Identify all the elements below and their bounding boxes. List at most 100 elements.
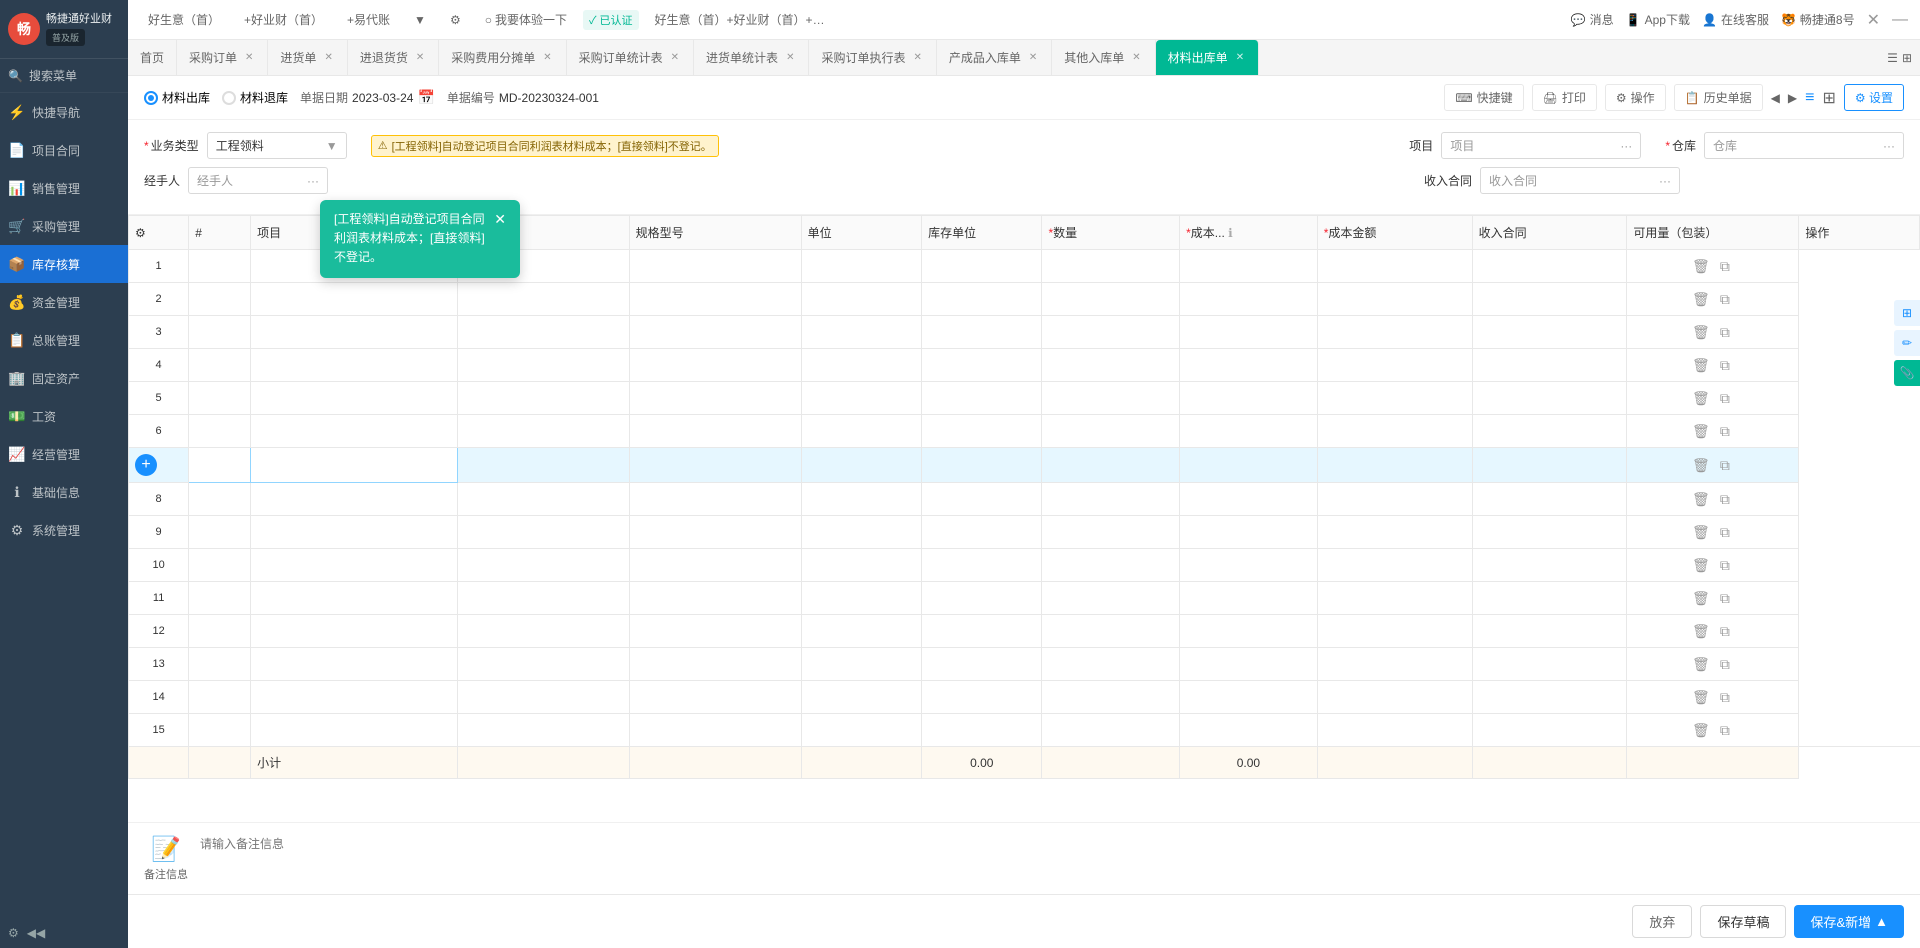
row-2-qty[interactable] <box>922 283 1042 316</box>
project-input[interactable]: 项目 ··· <box>1441 132 1641 159</box>
row-3-project[interactable] <box>189 316 251 349</box>
save-draft-button[interactable]: 保存草稿 <box>1700 905 1786 938</box>
row-14-delete-btn[interactable]: 🗑 <box>1691 687 1711 707</box>
row-1-copy-btn[interactable]: ⧉ <box>1715 256 1735 276</box>
row-1-unit[interactable] <box>629 250 801 283</box>
sidebar-item-operations[interactable]: 📈 经营管理 <box>0 435 128 473</box>
row-14-copy-btn[interactable]: ⧉ <box>1715 687 1735 707</box>
prev-record-icon[interactable]: ◀ <box>1771 91 1780 105</box>
row-15-delete-btn[interactable]: 🗑 <box>1691 720 1711 740</box>
row-2-spec[interactable] <box>457 283 629 316</box>
row-2-income[interactable] <box>1317 283 1472 316</box>
tab-home[interactable]: 首页 <box>128 40 177 76</box>
row-2-cost[interactable] <box>1042 283 1180 316</box>
new-row-col1[interactable] <box>189 448 251 483</box>
sidebar-item-project-contract[interactable]: 📄 项目合同 <box>0 131 128 169</box>
warehouse-input[interactable]: 仓库 ··· <box>1704 132 1904 159</box>
row-8-delete-btn[interactable]: 🗑 <box>1691 489 1711 509</box>
sidebar-item-quick-nav[interactable]: ⚡ 快捷导航 <box>0 93 128 131</box>
online-service-action[interactable]: 👤 在线客服 <box>1702 11 1769 28</box>
row-2-cost-amount[interactable] <box>1180 283 1318 316</box>
print-btn[interactable]: 🖨 打印 <box>1532 84 1597 111</box>
row-1-available[interactable] <box>1472 250 1627 283</box>
tab-purchase-return[interactable]: 进退货货 ✕ <box>348 40 439 76</box>
sidebar-item-basic-info[interactable]: ℹ 基础信息 <box>0 473 128 511</box>
tab-receipt-stats[interactable]: 进货单统计表 ✕ <box>694 40 809 76</box>
calendar-icon[interactable]: 📅 <box>417 89 434 106</box>
right-icon-2[interactable]: ✏ <box>1894 330 1920 356</box>
tab-close-material-outbound[interactable]: ✕ <box>1234 50 1246 65</box>
tab-close-purchase-return[interactable]: ✕ <box>414 50 426 65</box>
row-4-delete-btn[interactable]: 🗑 <box>1691 355 1711 375</box>
new-row-col2[interactable] <box>251 448 457 483</box>
row-2-unit[interactable] <box>629 283 801 316</box>
discard-button[interactable]: 放弃 <box>1632 905 1692 938</box>
row-6-copy-btn[interactable]: ⧉ <box>1715 421 1735 441</box>
row-6-delete-btn[interactable]: 🗑 <box>1691 421 1711 441</box>
list-view-icon[interactable]: ≡ <box>1805 89 1814 107</box>
sidebar-item-purchase[interactable]: 🛒 采购管理 <box>0 207 128 245</box>
tab-other-inbound[interactable]: 其他入库单 ✕ <box>1052 40 1155 76</box>
sidebar-item-system[interactable]: ⚙ 系统管理 <box>0 511 128 549</box>
top-nav-dropdown[interactable]: ▼ <box>406 9 434 31</box>
tab-close-finished-goods[interactable]: ✕ <box>1027 50 1039 65</box>
top-nav-haoshengyi[interactable]: 好生意（首） <box>140 7 228 32</box>
row-13-delete-btn[interactable]: 🗑 <box>1691 654 1711 674</box>
row-2-stock-unit[interactable] <box>801 283 921 316</box>
tab-close-purchase-order[interactable]: ✕ <box>243 50 255 65</box>
tab-list-icon[interactable]: ☰ <box>1887 51 1898 65</box>
sidebar-item-general-ledger[interactable]: 📋 总账管理 <box>0 321 128 359</box>
row-2-delete-btn[interactable]: 🗑 <box>1691 289 1711 309</box>
page-settings-btn[interactable]: ⚙ 设置 <box>1844 84 1904 111</box>
row-1-cost-amount[interactable] <box>1180 250 1318 283</box>
row-9-delete-btn[interactable]: 🗑 <box>1691 522 1711 542</box>
new-row-copy-btn[interactable]: ⧉ <box>1715 455 1735 475</box>
row-1-income[interactable] <box>1317 250 1472 283</box>
top-nav-trial[interactable]: ○ 我要体验一下 <box>477 7 575 32</box>
row-1-qty[interactable] <box>922 250 1042 283</box>
row-8-copy-btn[interactable]: ⧉ <box>1715 489 1735 509</box>
right-icon-3[interactable]: 📎 <box>1894 360 1920 386</box>
tab-finished-goods[interactable]: 产成品入库单 ✕ <box>937 40 1052 76</box>
gear-icon[interactable]: ⚙ <box>8 926 19 940</box>
tab-close-other-inbound[interactable]: ✕ <box>1130 50 1142 65</box>
right-icon-1[interactable]: ⊞ <box>1894 300 1920 326</box>
row-1-project[interactable] <box>189 250 251 283</box>
row-12-copy-btn[interactable]: ⧉ <box>1715 621 1735 641</box>
business-type-input[interactable]: 工程领料 ▼ <box>207 132 347 159</box>
cost-info-icon[interactable]: ℹ <box>1228 226 1233 240</box>
row-11-copy-btn[interactable]: ⧉ <box>1715 588 1735 608</box>
tooltip-close-btn[interactable]: ✕ <box>494 208 506 230</box>
top-nav-haoyecai[interactable]: +好业财（首） <box>236 7 331 32</box>
minimize-btn[interactable]: — <box>1892 11 1908 29</box>
radio-material-out[interactable]: 材料出库 <box>144 89 210 106</box>
row-1-cost[interactable] <box>1042 250 1180 283</box>
sidebar-item-inventory[interactable]: 📦 库存核算 <box>0 245 128 283</box>
tab-purchase-exec[interactable]: 采购订单执行表 ✕ <box>809 40 936 76</box>
app-download-action[interactable]: 📱 App下载 <box>1626 11 1690 28</box>
row-15-copy-btn[interactable]: ⧉ <box>1715 720 1735 740</box>
collapse-icon[interactable]: ◀◀ <box>27 926 45 940</box>
row-1-delete-btn[interactable]: 🗑 <box>1691 256 1711 276</box>
user-avatar[interactable]: 🐯 畅捷通8号 <box>1781 11 1855 28</box>
tab-close-purchase-receipt[interactable]: ✕ <box>322 50 334 65</box>
top-nav-more[interactable]: 好生意（首）+好业财（首）+… <box>647 7 833 32</box>
handler-input[interactable]: 经手人 ··· <box>188 167 328 194</box>
row-3-copy-btn[interactable]: ⧉ <box>1715 322 1735 342</box>
operations-btn[interactable]: ⚙ 操作 <box>1605 84 1666 111</box>
income-contract-input[interactable]: 收入合同 ··· <box>1480 167 1680 194</box>
top-nav-yidaizhang[interactable]: +易代账 <box>339 7 398 32</box>
row-9-copy-btn[interactable]: ⧉ <box>1715 522 1735 542</box>
next-record-icon[interactable]: ▶ <box>1788 91 1797 105</box>
tab-close-purchase-exec[interactable]: ✕ <box>911 50 923 65</box>
sidebar-item-fixed-assets[interactable]: 🏢 固定资产 <box>0 359 128 397</box>
grid-view-icon[interactable]: ⊞ <box>1822 88 1835 108</box>
tab-close-purchase-expense[interactable]: ✕ <box>541 50 553 65</box>
tab-purchase-order[interactable]: 采购订单 ✕ <box>177 40 268 76</box>
row-13-copy-btn[interactable]: ⧉ <box>1715 654 1735 674</box>
tab-purchase-expense[interactable]: 采购费用分摊单 ✕ <box>439 40 566 76</box>
add-row-btn[interactable]: + <box>135 454 157 476</box>
row-3-delete-btn[interactable]: 🗑 <box>1691 322 1711 342</box>
row-2-available[interactable] <box>1472 283 1627 316</box>
row-5-delete-btn[interactable]: 🗑 <box>1691 388 1711 408</box>
